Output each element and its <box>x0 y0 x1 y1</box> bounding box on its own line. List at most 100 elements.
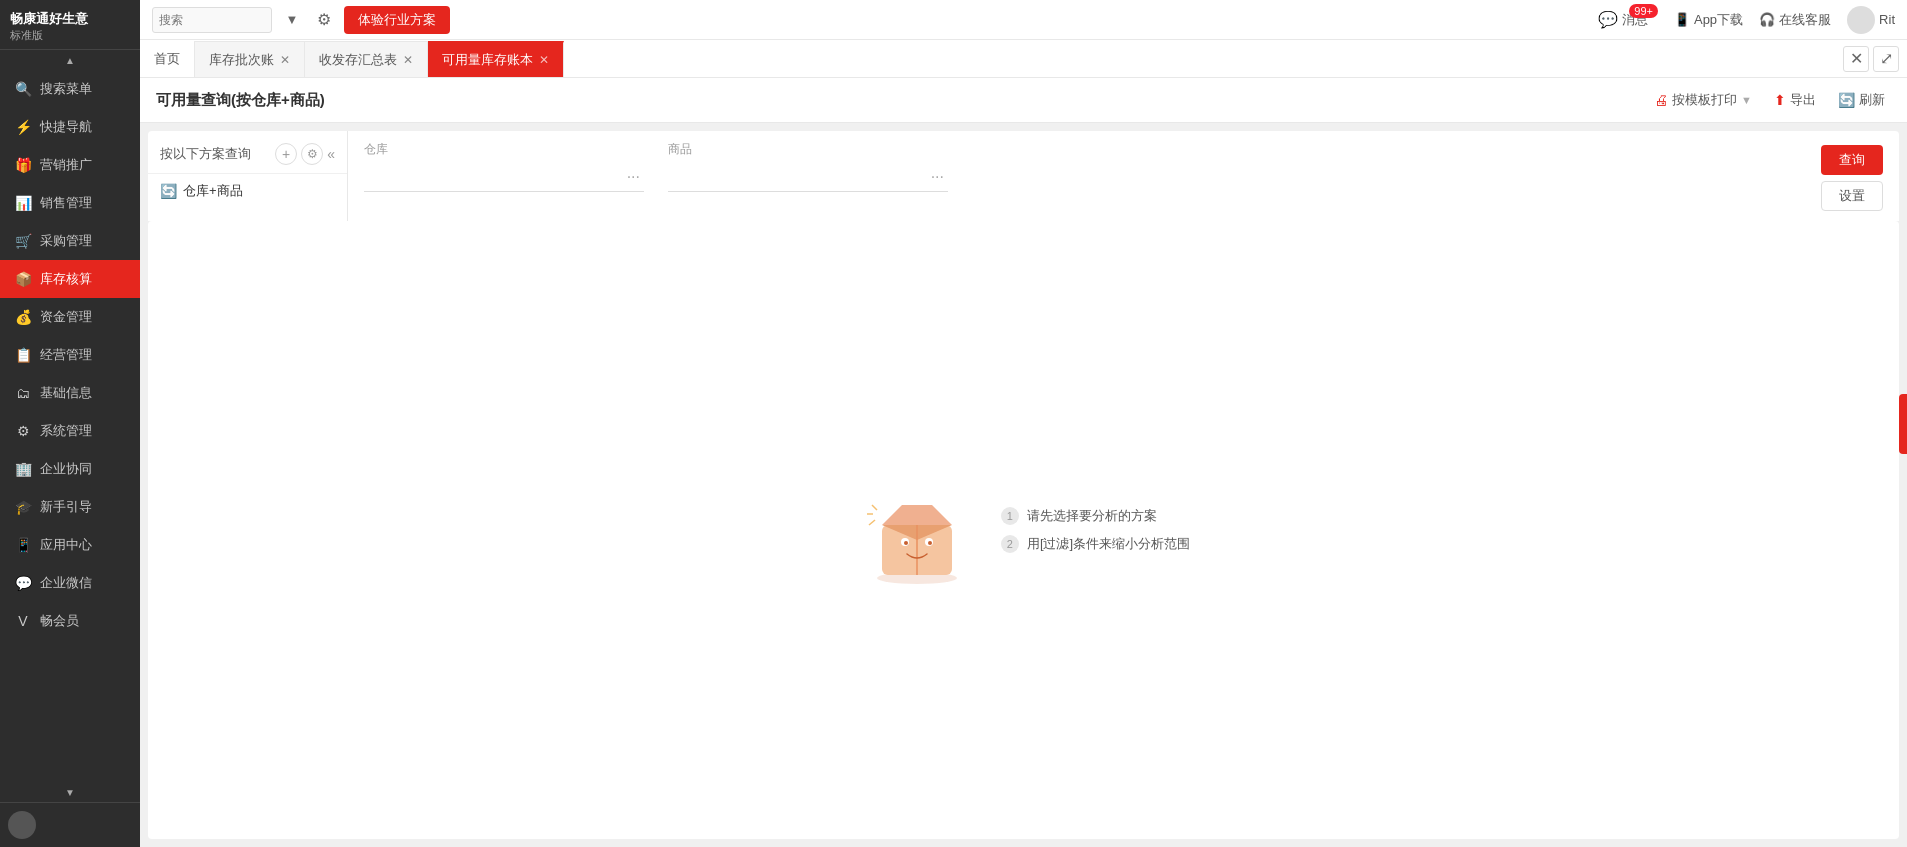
export-button[interactable]: ⬆ 导出 <box>1768 88 1822 112</box>
tab-close-summary[interactable]: ✕ <box>403 53 413 67</box>
user-avatar <box>1847 6 1875 34</box>
tab-available[interactable]: 可用量库存账本 ✕ <box>428 41 564 77</box>
tab-close-batch[interactable]: ✕ <box>280 53 290 67</box>
scheme-settings-button[interactable]: ⚙ <box>301 143 323 165</box>
user-name: Rit <box>1879 12 1895 27</box>
sidebar-item-operation[interactable]: 📋 经营管理 <box>0 336 140 374</box>
app-download-label: App下载 <box>1694 11 1743 29</box>
sidebar-item-base[interactable]: 🗂 基础信息 <box>0 374 140 412</box>
sidebar-item-label-operation: 经营管理 <box>40 346 92 364</box>
empty-step-1: 1 请先选择要分析的方案 <box>1001 507 1190 525</box>
tab-close-available[interactable]: ✕ <box>539 53 549 67</box>
brand-name: 畅康通好生意 <box>10 10 130 28</box>
sales-icon: 📊 <box>14 194 32 212</box>
right-scroll-hint[interactable] <box>1899 394 1907 454</box>
print-dropdown-icon[interactable]: ▼ <box>1741 94 1752 106</box>
sidebar-item-shortcut[interactable]: ⚡ 快捷导航 <box>0 108 140 146</box>
appstore-icon: 📱 <box>14 536 32 554</box>
sidebar-item-vip[interactable]: V 畅会员 <box>0 602 140 640</box>
query-button[interactable]: 查询 <box>1821 145 1883 175</box>
sidebar-header: 畅康通好生意 标准版 <box>0 0 140 50</box>
sidebar-item-label-enterprise: 企业协同 <box>40 460 92 478</box>
inventory-icon: 📦 <box>14 270 32 288</box>
step-2-text: 用[过滤]条件来缩小分析范围 <box>1027 535 1190 553</box>
tab-batch[interactable]: 库存批次账✕ <box>195 41 305 77</box>
filter-panel-header: 按以下方案查询 + ⚙ « <box>148 139 347 174</box>
export-icon: ⬆ <box>1774 92 1786 108</box>
message-badge: 99+ <box>1629 4 1658 18</box>
sidebar-item-appstore[interactable]: 📱 应用中心 <box>0 526 140 564</box>
sidebar-item-label-marketing: 营销推广 <box>40 156 92 174</box>
empty-illustration <box>857 470 977 590</box>
product-input[interactable]: ··· <box>668 162 948 192</box>
sidebar-item-enterprise[interactable]: 🏢 企业协同 <box>0 450 140 488</box>
collapse-icon[interactable]: « <box>327 146 335 162</box>
sidebar-item-inventory[interactable]: 📦 库存核算 <box>0 260 140 298</box>
sidebar-item-label-newbie: 新手引导 <box>40 498 92 516</box>
filter-header-actions: + ⚙ « <box>275 143 335 165</box>
scheme-label: 仓库+商品 <box>183 182 243 200</box>
user-profile[interactable]: Rit <box>1847 6 1895 34</box>
sidebar-item-purchase[interactable]: 🛒 采购管理 <box>0 222 140 260</box>
base-icon: 🗂 <box>14 384 32 402</box>
sidebar-scroll-down[interactable]: ▼ <box>0 782 140 802</box>
sidebar-item-label-finance: 资金管理 <box>40 308 92 326</box>
filter-fields: 仓库 ··· 商品 ··· 查询 设置 <box>348 131 1899 221</box>
sidebar-item-label-shortcut: 快捷导航 <box>40 118 92 136</box>
sidebar-item-sales[interactable]: 📊 销售管理 <box>0 184 140 222</box>
add-scheme-button[interactable]: + <box>275 143 297 165</box>
tab-home[interactable]: 首页 <box>140 41 195 77</box>
sidebar-item-label-base: 基础信息 <box>40 384 92 402</box>
product-dots-icon[interactable]: ··· <box>931 168 944 186</box>
online-service-link[interactable]: 🎧 在线客服 <box>1759 11 1831 29</box>
sidebar-footer <box>0 802 140 847</box>
header-right: 💬 消息 99+ 📱 App下载 🎧 在线客服 Rit <box>1598 6 1895 34</box>
scheme-item-warehouse-product[interactable]: 🔄 仓库+商品 <box>148 174 347 208</box>
warehouse-dots-icon[interactable]: ··· <box>627 168 640 186</box>
dropdown-icon[interactable]: ▼ <box>280 8 304 32</box>
setting-button[interactable]: 设置 <box>1821 181 1883 211</box>
filter-header-label: 按以下方案查询 <box>160 145 251 163</box>
sidebar-item-label-search: 搜索菜单 <box>40 80 92 98</box>
sidebar-nav: 🔍 搜索菜单 ⚡ 快捷导航 🎁 营销推广 📊 销售管理 🛒 采购管理 📦 库存核… <box>0 70 140 782</box>
warehouse-label: 仓库 <box>364 141 644 158</box>
wechat-icon: 💬 <box>14 574 32 592</box>
sidebar-item-label-system: 系统管理 <box>40 422 92 440</box>
refresh-button[interactable]: 🔄 刷新 <box>1832 88 1891 112</box>
print-button[interactable]: 🖨 按模板打印 ▼ <box>1648 88 1758 112</box>
marketing-icon: 🎁 <box>14 156 32 174</box>
app-download-link[interactable]: 📱 App下载 <box>1674 11 1743 29</box>
search-input[interactable] <box>152 7 272 33</box>
headset-icon: 🎧 <box>1759 12 1775 27</box>
sidebar-item-wechat[interactable]: 💬 企业微信 <box>0 564 140 602</box>
empty-text-block: 1 请先选择要分析的方案 2 用[过滤]条件来缩小分析范围 <box>1001 507 1190 553</box>
top-header: ▼ ⚙ 体验行业方案 💬 消息 99+ 📱 App下载 🎧 在线客服 Rit <box>140 0 1907 40</box>
sidebar-item-marketing[interactable]: 🎁 营销推广 <box>0 146 140 184</box>
vip-icon: V <box>14 612 32 630</box>
brand-subtitle: 标准版 <box>10 28 130 43</box>
trial-button[interactable]: 体验行业方案 <box>344 6 450 34</box>
tab-summary[interactable]: 收发存汇总表✕ <box>305 41 428 77</box>
sidebar-item-system[interactable]: ⚙ 系统管理 <box>0 412 140 450</box>
tab-label-available: 可用量库存账本 <box>442 51 533 69</box>
refresh-icon: 🔄 <box>1838 92 1855 108</box>
operation-icon: 📋 <box>14 346 32 364</box>
gear-icon[interactable]: ⚙ <box>312 8 336 32</box>
sidebar-item-newbie[interactable]: 🎓 新手引导 <box>0 488 140 526</box>
sidebar-item-label-inventory: 库存核算 <box>40 270 92 288</box>
purchase-icon: 🛒 <box>14 232 32 250</box>
empty-state: 1 请先选择要分析的方案 2 用[过滤]条件来缩小分析范围 <box>148 221 1899 839</box>
page-header-actions: 🖨 按模板打印 ▼ ⬆ 导出 🔄 刷新 <box>1648 88 1891 112</box>
page-content: 可用量查询(按仓库+商品) 🖨 按模板打印 ▼ ⬆ 导出 🔄 刷新 <box>140 78 1907 847</box>
warehouse-input[interactable]: ··· <box>364 162 644 192</box>
sidebar-item-label-appstore: 应用中心 <box>40 536 92 554</box>
product-label: 商品 <box>668 141 948 158</box>
tabs-close-button[interactable]: ✕ <box>1843 46 1869 72</box>
tabs-expand-button[interactable]: ⤢ <box>1873 46 1899 72</box>
empty-row: 1 请先选择要分析的方案 2 用[过滤]条件来缩小分析范围 <box>857 470 1190 590</box>
sidebar-scroll-up[interactable]: ▲ <box>0 50 140 70</box>
message-button[interactable]: 💬 消息 99+ <box>1598 10 1648 29</box>
sidebar-item-finance[interactable]: 💰 资金管理 <box>0 298 140 336</box>
system-icon: ⚙ <box>14 422 32 440</box>
sidebar-item-search[interactable]: 🔍 搜索菜单 <box>0 70 140 108</box>
